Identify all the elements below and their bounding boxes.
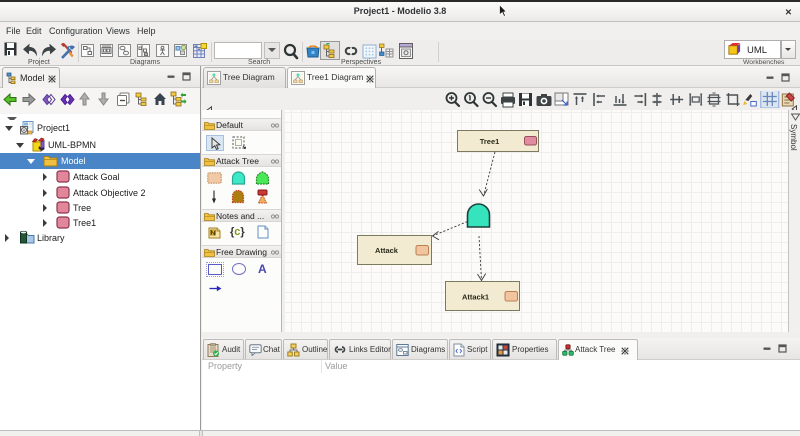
svg-text:Tree1: Tree1 bbox=[480, 137, 500, 146]
svg-text:Attack1: Attack1 bbox=[462, 293, 489, 302]
svg-text:Attack: Attack bbox=[375, 246, 399, 255]
